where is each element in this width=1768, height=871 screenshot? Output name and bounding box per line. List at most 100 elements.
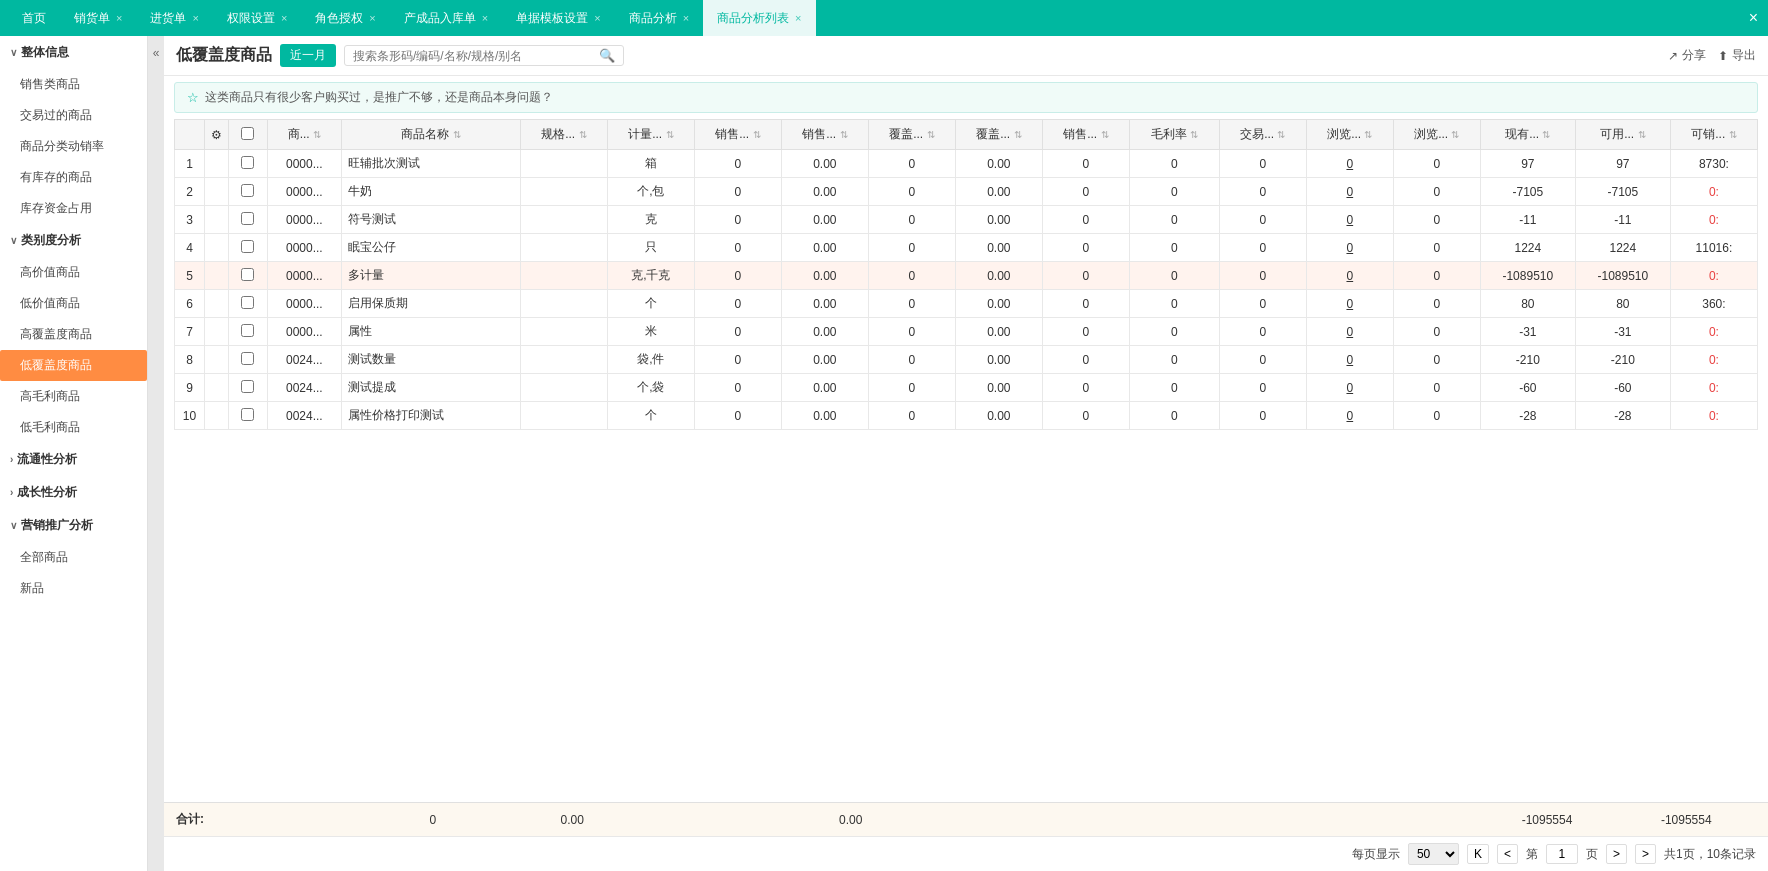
- col-cover1[interactable]: 覆盖... ⇅: [868, 120, 955, 150]
- col-sales2[interactable]: 销售... ⇅: [781, 120, 868, 150]
- row-b1[interactable]: 0: [1306, 374, 1393, 402]
- col-settings[interactable]: ⚙: [205, 120, 229, 150]
- close-all-button[interactable]: ×: [1749, 9, 1758, 27]
- col-unit[interactable]: 计量... ⇅: [607, 120, 694, 150]
- nav-tab-purchase[interactable]: 进货单 ×: [136, 0, 212, 36]
- prev-page-button[interactable]: <: [1497, 844, 1518, 864]
- sidebar-marketing-title[interactable]: ∨ 营销推广分析: [0, 509, 147, 542]
- search-input[interactable]: [353, 49, 599, 63]
- row-b1[interactable]: 0: [1306, 234, 1393, 262]
- browse-link[interactable]: 0: [1346, 269, 1353, 283]
- col-browse1[interactable]: 浏览... ⇅: [1306, 120, 1393, 150]
- sidebar-overall-title[interactable]: ∨ 整体信息: [0, 36, 147, 69]
- row-checkbox[interactable]: [229, 318, 268, 346]
- share-button[interactable]: ↗ 分享: [1668, 47, 1706, 64]
- col-sales1[interactable]: 销售... ⇅: [694, 120, 781, 150]
- sidebar-item-low-margin[interactable]: 低毛利商品: [0, 412, 147, 443]
- browse-link[interactable]: 0: [1346, 325, 1353, 339]
- row-select-checkbox[interactable]: [241, 184, 254, 197]
- sidebar-liquidity-title[interactable]: › 流通性分析: [0, 443, 147, 476]
- nav-tab-role[interactable]: 角色授权 ×: [301, 0, 389, 36]
- row-checkbox[interactable]: [229, 234, 268, 262]
- nav-tab-analysis-list[interactable]: 商品分析列表 ×: [703, 0, 815, 36]
- row-checkbox[interactable]: [229, 178, 268, 206]
- close-role-tab[interactable]: ×: [369, 12, 375, 24]
- row-select-checkbox[interactable]: [241, 296, 254, 309]
- col-code[interactable]: 商... ⇅: [267, 120, 341, 150]
- nav-tab-permission[interactable]: 权限设置 ×: [213, 0, 301, 36]
- sidebar-item-high-value[interactable]: 高价值商品: [0, 257, 147, 288]
- browse-link[interactable]: 0: [1346, 353, 1353, 367]
- row-select-checkbox[interactable]: [241, 352, 254, 365]
- col-name[interactable]: 商品名称 ⇅: [341, 120, 520, 150]
- browse-link[interactable]: 0: [1346, 381, 1353, 395]
- sidebar-item-high-coverage[interactable]: 高覆盖度商品: [0, 319, 147, 350]
- row-checkbox[interactable]: [229, 374, 268, 402]
- sidebar-item-category-rate[interactable]: 商品分类动销率: [0, 131, 147, 162]
- sidebar-item-new-goods[interactable]: 新品: [0, 573, 147, 604]
- browse-link[interactable]: 0: [1346, 213, 1353, 227]
- row-select-checkbox[interactable]: [241, 380, 254, 393]
- sidebar-collapse-button[interactable]: «: [148, 36, 164, 871]
- row-b1[interactable]: 0: [1306, 262, 1393, 290]
- browse-link[interactable]: 0: [1346, 297, 1353, 311]
- sidebar-item-traded-goods[interactable]: 交易过的商品: [0, 100, 147, 131]
- search-icon[interactable]: 🔍: [599, 48, 615, 63]
- close-analysis-tab[interactable]: ×: [683, 12, 689, 24]
- sidebar-category-title[interactable]: ∨ 类别度分析: [0, 224, 147, 257]
- period-button[interactable]: 近一月: [280, 44, 336, 67]
- row-checkbox[interactable]: [229, 262, 268, 290]
- export-button[interactable]: ⬆ 导出: [1718, 47, 1756, 64]
- sidebar-item-all-goods[interactable]: 全部商品: [0, 542, 147, 573]
- row-checkbox[interactable]: [229, 402, 268, 430]
- col-spec[interactable]: 规格... ⇅: [520, 120, 607, 150]
- row-checkbox[interactable]: [229, 290, 268, 318]
- row-select-checkbox[interactable]: [241, 268, 254, 281]
- sidebar-item-stock-capital[interactable]: 库存资金占用: [0, 193, 147, 224]
- row-b1[interactable]: 0: [1306, 290, 1393, 318]
- row-checkbox[interactable]: [229, 206, 268, 234]
- row-b1[interactable]: 0: [1306, 206, 1393, 234]
- close-permission-tab[interactable]: ×: [281, 12, 287, 24]
- sidebar-item-sales-goods[interactable]: 销售类商品: [0, 69, 147, 100]
- nav-tab-template[interactable]: 单据模板设置 ×: [502, 0, 614, 36]
- row-select-checkbox[interactable]: [241, 240, 254, 253]
- col-browse2[interactable]: 浏览... ⇅: [1393, 120, 1480, 150]
- row-select-checkbox[interactable]: [241, 212, 254, 225]
- col-gross[interactable]: 毛利率 ⇅: [1129, 120, 1219, 150]
- row-b1[interactable]: 0: [1306, 346, 1393, 374]
- sidebar-item-low-value[interactable]: 低价值商品: [0, 288, 147, 319]
- browse-link[interactable]: 0: [1346, 185, 1353, 199]
- col-saleable[interactable]: 可销... ⇅: [1670, 120, 1757, 150]
- last-page-button[interactable]: >: [1635, 844, 1656, 864]
- sidebar-item-high-margin[interactable]: 高毛利商品: [0, 381, 147, 412]
- page-size-select[interactable]: 50 100 200: [1408, 843, 1459, 865]
- close-template-tab[interactable]: ×: [594, 12, 600, 24]
- col-checkbox[interactable]: [229, 120, 268, 150]
- nav-tab-product-in[interactable]: 产成品入库单 ×: [390, 0, 502, 36]
- col-available[interactable]: 可用... ⇅: [1575, 120, 1670, 150]
- row-select-checkbox[interactable]: [241, 156, 254, 169]
- col-sales3[interactable]: 销售... ⇅: [1042, 120, 1129, 150]
- sidebar-item-low-coverage[interactable]: 低覆盖度商品: [0, 350, 147, 381]
- nav-tab-home[interactable]: 首页: [8, 0, 60, 36]
- nav-tab-analysis[interactable]: 商品分析 ×: [615, 0, 703, 36]
- sidebar-growth-title[interactable]: › 成长性分析: [0, 476, 147, 509]
- page-number-input[interactable]: [1546, 844, 1578, 864]
- row-b1[interactable]: 0: [1306, 150, 1393, 178]
- browse-link[interactable]: 0: [1346, 157, 1353, 171]
- row-b1[interactable]: 0: [1306, 178, 1393, 206]
- row-checkbox[interactable]: [229, 346, 268, 374]
- sidebar-item-stock-goods[interactable]: 有库存的商品: [0, 162, 147, 193]
- col-cover2[interactable]: 覆盖... ⇅: [955, 120, 1042, 150]
- close-analysis-list-tab[interactable]: ×: [795, 12, 801, 24]
- row-select-checkbox[interactable]: [241, 324, 254, 337]
- close-product-in-tab[interactable]: ×: [482, 12, 488, 24]
- row-b1[interactable]: 0: [1306, 402, 1393, 430]
- first-page-button[interactable]: K: [1467, 844, 1489, 864]
- row-checkbox[interactable]: [229, 150, 268, 178]
- close-purchase-tab[interactable]: ×: [192, 12, 198, 24]
- row-b1[interactable]: 0: [1306, 318, 1393, 346]
- col-trade[interactable]: 交易... ⇅: [1219, 120, 1306, 150]
- col-current[interactable]: 现有... ⇅: [1480, 120, 1575, 150]
